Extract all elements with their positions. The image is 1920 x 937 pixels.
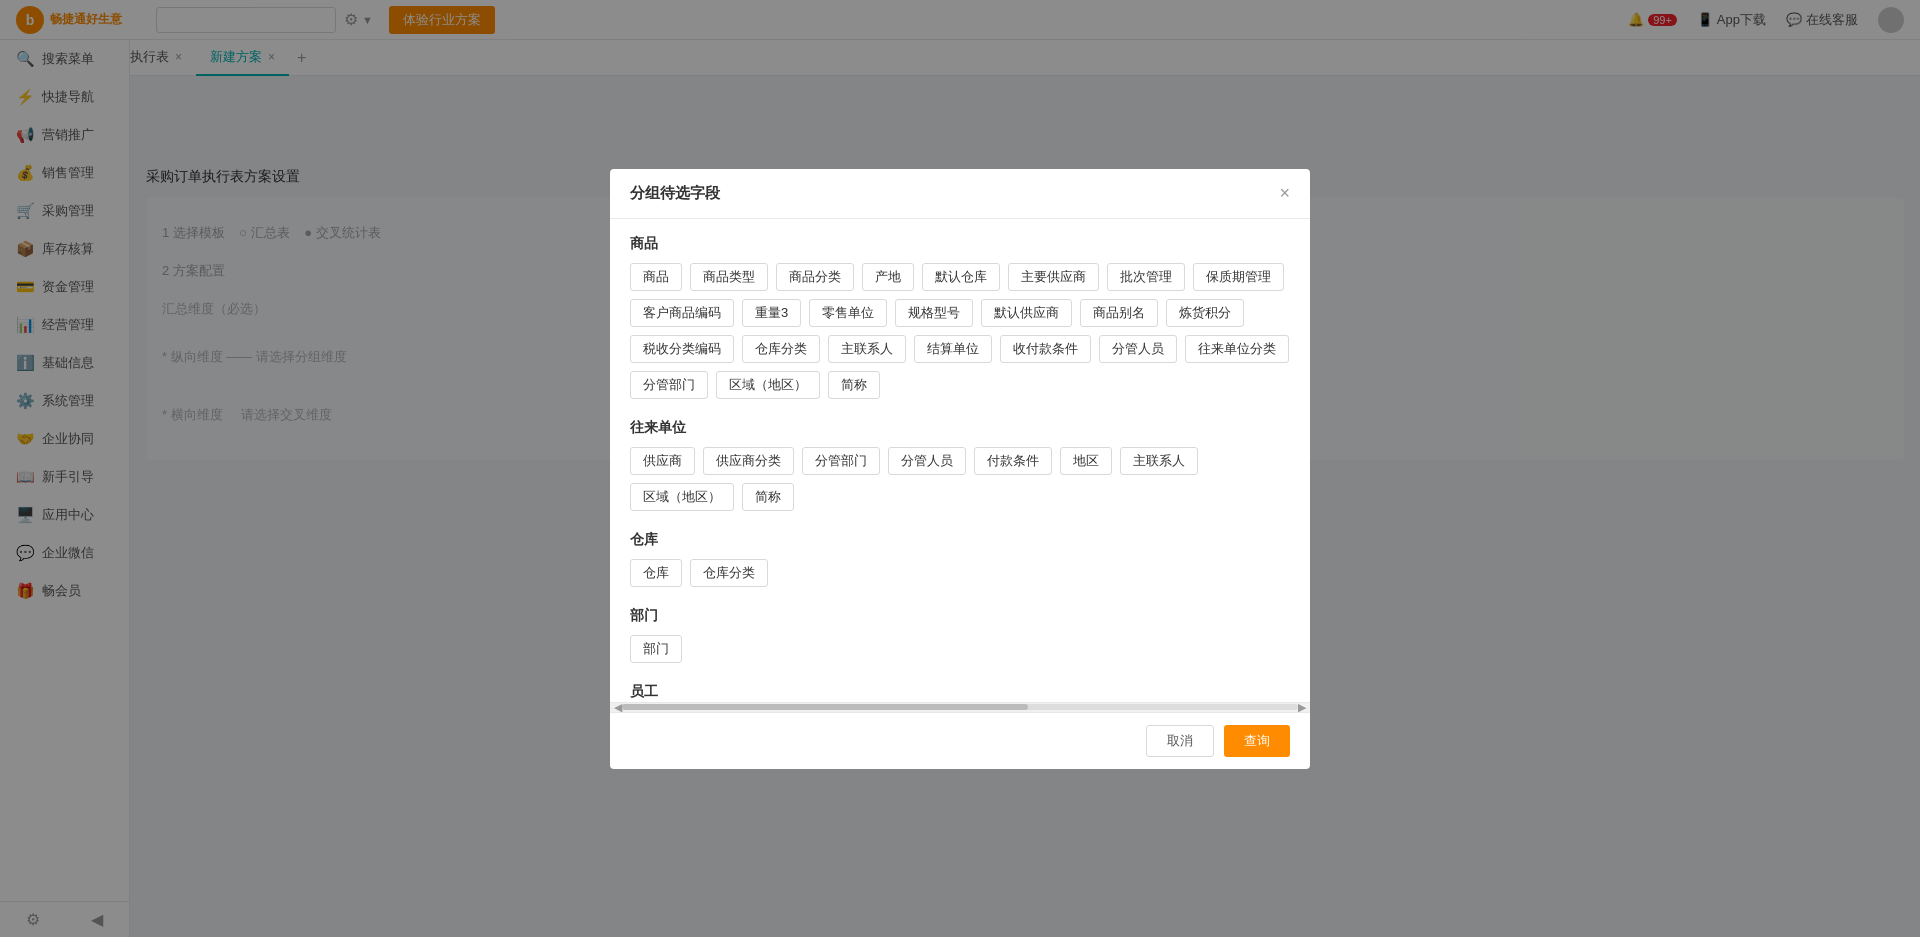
field-tag-product-22[interactable]: 分管部门 bbox=[630, 371, 708, 399]
section-partner: 往来单位供应商供应商分类分管部门分管人员付款条件地区主联系人区域（地区） 简称 bbox=[630, 419, 1290, 511]
field-tag-product-9[interactable]: 重量3 bbox=[742, 299, 801, 327]
field-tag-product-4[interactable]: 默认仓库 bbox=[922, 263, 1000, 291]
modal-overlay: 分组待选字段 × 商品商品商品类型商品分类产地默认仓库主要供应商批次管理保质期管… bbox=[0, 0, 1920, 937]
section-title-product: 商品 bbox=[630, 235, 1290, 253]
section-department: 部门部门 bbox=[630, 607, 1290, 663]
fields-row-warehouse: 仓库仓库分类 bbox=[630, 559, 1290, 587]
scrollbar-thumb bbox=[622, 704, 1028, 710]
field-tag-product-20[interactable]: 分管人员 bbox=[1099, 335, 1177, 363]
scrollbar-track bbox=[622, 704, 1298, 710]
field-tag-product-7[interactable]: 保质期管理 bbox=[1193, 263, 1284, 291]
section-title-department: 部门 bbox=[630, 607, 1290, 625]
field-tag-partner-7[interactable]: 区域（地区） bbox=[630, 483, 734, 511]
field-tag-partner-0[interactable]: 供应商 bbox=[630, 447, 695, 475]
field-tag-partner-6[interactable]: 主联系人 bbox=[1120, 447, 1198, 475]
section-title-partner: 往来单位 bbox=[630, 419, 1290, 437]
confirm-button[interactable]: 查询 bbox=[1224, 725, 1290, 757]
field-tag-product-8[interactable]: 客户商品编码 bbox=[630, 299, 734, 327]
modal-close-button[interactable]: × bbox=[1279, 183, 1290, 204]
section-warehouse: 仓库仓库仓库分类 bbox=[630, 531, 1290, 587]
section-employee: 员工业务员 bbox=[630, 683, 1290, 702]
field-tag-product-24[interactable]: 简称 bbox=[828, 371, 880, 399]
field-tag-product-21[interactable]: 往来单位分类 bbox=[1185, 335, 1289, 363]
modal: 分组待选字段 × 商品商品商品类型商品分类产地默认仓库主要供应商批次管理保质期管… bbox=[610, 169, 1310, 769]
fields-row-department: 部门 bbox=[630, 635, 1290, 663]
field-tag-product-1[interactable]: 商品类型 bbox=[690, 263, 768, 291]
field-tag-partner-5[interactable]: 地区 bbox=[1060, 447, 1112, 475]
field-tag-product-12[interactable]: 默认供应商 bbox=[981, 299, 1072, 327]
field-tag-product-11[interactable]: 规格型号 bbox=[895, 299, 973, 327]
field-tag-product-23[interactable]: 区域（地区） bbox=[716, 371, 820, 399]
field-tag-partner-2[interactable]: 分管部门 bbox=[802, 447, 880, 475]
field-tag-product-13[interactable]: 商品别名 bbox=[1080, 299, 1158, 327]
field-tag-warehouse-1[interactable]: 仓库分类 bbox=[690, 559, 768, 587]
field-tag-department-0[interactable]: 部门 bbox=[630, 635, 682, 663]
field-tag-product-17[interactable]: 主联系人 bbox=[828, 335, 906, 363]
modal-body: 商品商品商品类型商品分类产地默认仓库主要供应商批次管理保质期管理客户商品编码重量… bbox=[610, 219, 1310, 702]
modal-header: 分组待选字段 × bbox=[610, 169, 1310, 219]
section-product: 商品商品商品类型商品分类产地默认仓库主要供应商批次管理保质期管理客户商品编码重量… bbox=[630, 235, 1290, 399]
field-tag-product-16[interactable]: 仓库分类 bbox=[742, 335, 820, 363]
modal-horizontal-scrollbar[interactable]: ◀ ▶ bbox=[610, 702, 1310, 712]
field-tag-product-0[interactable]: 商品 bbox=[630, 263, 682, 291]
field-tag-partner-3[interactable]: 分管人员 bbox=[888, 447, 966, 475]
field-tag-product-19[interactable]: 收付款条件 bbox=[1000, 335, 1091, 363]
cancel-button[interactable]: 取消 bbox=[1146, 725, 1214, 757]
field-tag-product-3[interactable]: 产地 bbox=[862, 263, 914, 291]
field-tag-product-6[interactable]: 批次管理 bbox=[1107, 263, 1185, 291]
field-tag-product-10[interactable]: 零售单位 bbox=[809, 299, 887, 327]
field-tag-partner-8[interactable]: 简称 bbox=[742, 483, 794, 511]
field-tag-product-2[interactable]: 商品分类 bbox=[776, 263, 854, 291]
field-tag-product-5[interactable]: 主要供应商 bbox=[1008, 263, 1099, 291]
modal-title: 分组待选字段 bbox=[630, 184, 720, 203]
field-tag-warehouse-0[interactable]: 仓库 bbox=[630, 559, 682, 587]
fields-row-product: 商品商品类型商品分类产地默认仓库主要供应商批次管理保质期管理客户商品编码重量3 零… bbox=[630, 263, 1290, 399]
field-tag-partner-4[interactable]: 付款条件 bbox=[974, 447, 1052, 475]
modal-footer: 取消 查询 bbox=[610, 712, 1310, 769]
field-tag-product-18[interactable]: 结算单位 bbox=[914, 335, 992, 363]
section-title-employee: 员工 bbox=[630, 683, 1290, 701]
field-tag-product-15[interactable]: 税收分类编码 bbox=[630, 335, 734, 363]
fields-row-partner: 供应商供应商分类分管部门分管人员付款条件地区主联系人区域（地区） 简称 bbox=[630, 447, 1290, 511]
field-tag-product-14[interactable]: 炼货积分 bbox=[1166, 299, 1244, 327]
field-tag-partner-1[interactable]: 供应商分类 bbox=[703, 447, 794, 475]
section-title-warehouse: 仓库 bbox=[630, 531, 1290, 549]
